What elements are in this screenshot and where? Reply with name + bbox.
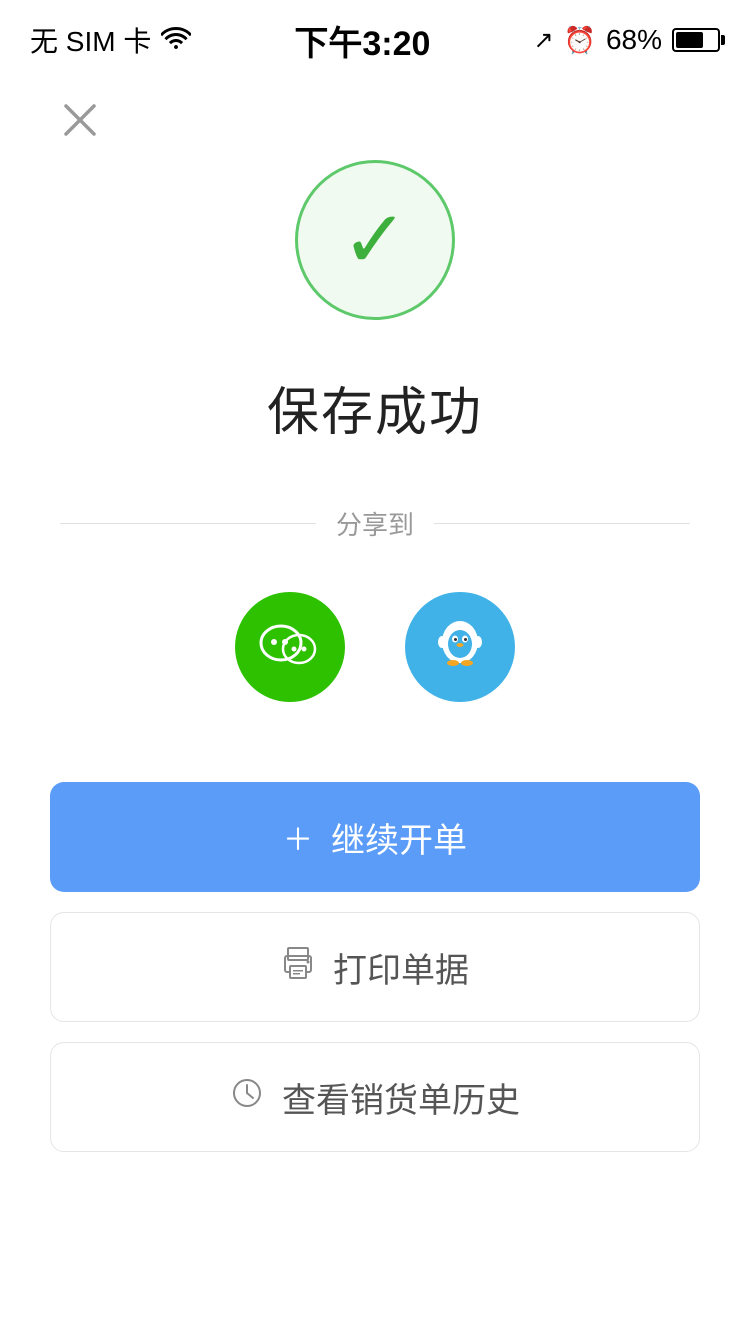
success-title: 保存成功 [267,370,483,445]
history-label: 查看销货单历史 [282,1073,520,1122]
share-line-left [60,523,316,524]
wifi-icon [161,24,191,56]
clock-icon [230,1076,264,1118]
battery-icon [672,28,720,52]
share-icons [235,592,515,702]
status-bar: 无 SIM 卡 下午3:20 ↗ ⏰ 68% [0,0,750,80]
share-line-right [434,523,690,524]
status-right: ↗ ⏰ 68% [533,24,720,56]
share-label: 分享到 [316,505,434,542]
battery-label: 68% [606,24,662,56]
main-content: ✓ 保存成功 分享到 [0,80,750,1152]
alarm-icon: ⏰ [564,25,596,56]
qq-share-button[interactable] [405,592,515,702]
history-button[interactable]: 查看销货单历史 [50,1042,700,1152]
carrier-label: 无 SIM 卡 [30,20,151,60]
time-label: 下午3:20 [294,16,430,65]
location-icon: ↗ [533,26,553,55]
print-label: 打印单据 [333,943,469,992]
share-section: 分享到 [0,505,750,542]
actions-container: ＋ 继续开单 打印单据 [0,782,750,1152]
print-button[interactable]: 打印单据 [50,912,700,1022]
status-left: 无 SIM 卡 [30,20,191,60]
close-button[interactable] [50,90,110,150]
wechat-share-button[interactable] [235,592,345,702]
success-icon-circle: ✓ [295,160,455,320]
plus-icon: ＋ [283,815,313,859]
checkmark-icon: ✓ [341,200,408,280]
continue-button[interactable]: ＋ 继续开单 [50,782,700,892]
printer-icon [281,946,315,988]
continue-label: 继续开单 [331,813,467,862]
